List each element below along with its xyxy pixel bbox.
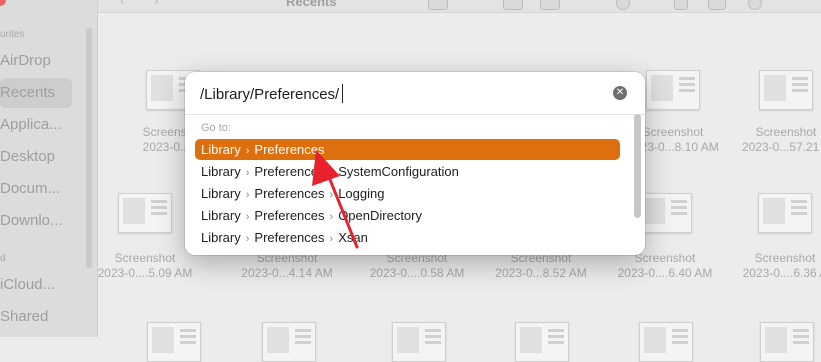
annotation-arrow-icon <box>312 150 359 249</box>
